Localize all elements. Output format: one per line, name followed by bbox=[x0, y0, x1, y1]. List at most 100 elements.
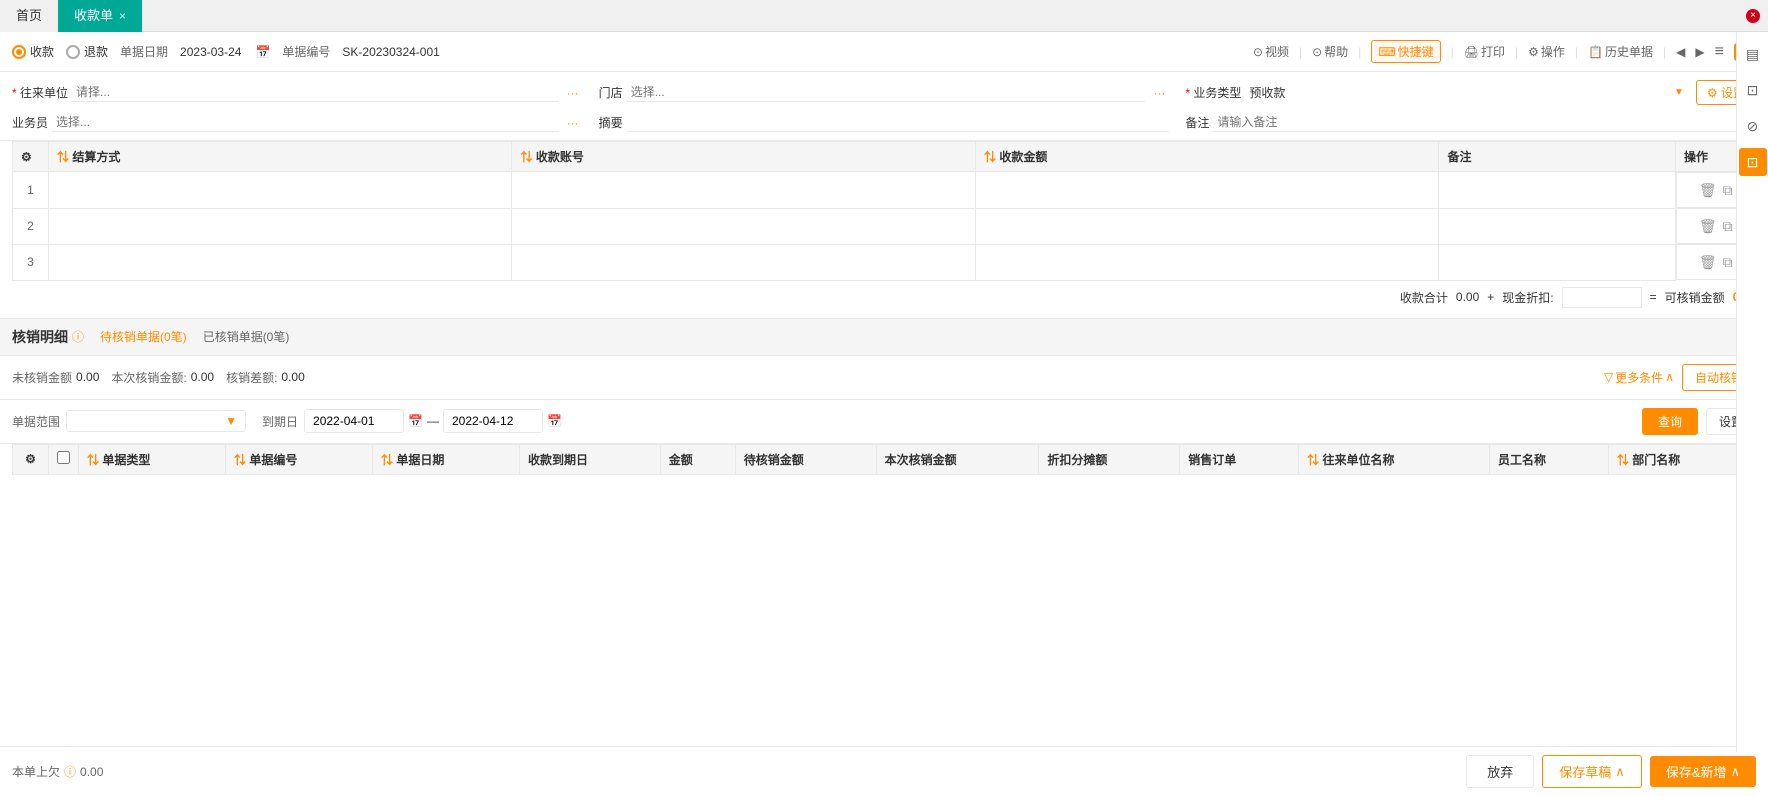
nav-next-btn[interactable]: ▶ bbox=[1695, 45, 1704, 59]
footer-left: 本单上欠 ⓘ 0.00 bbox=[12, 763, 103, 780]
sidebar-attach-icon[interactable]: ⊘ bbox=[1739, 112, 1767, 140]
sidebar-expand-icon[interactable]: ⊡ bbox=[1739, 148, 1767, 176]
btcol-dept-header: ⇅ 部门名称 bbox=[1608, 444, 1755, 474]
tab-receipt[interactable]: 收款单 × bbox=[58, 0, 142, 32]
btcol-counterpart-header: ⇅ 往来单位名称 bbox=[1299, 444, 1490, 474]
more-conditions-btn[interactable]: ▽ 更多条件 ∧ bbox=[1604, 369, 1674, 386]
row-account-2[interactable] bbox=[512, 208, 975, 244]
radio-receipt-dot bbox=[12, 45, 26, 59]
btcol-amount-header: 金额 bbox=[660, 444, 735, 474]
row-settlement-2[interactable] bbox=[49, 208, 512, 244]
btcol-doc-num-header: ⇅ 单据编号 bbox=[225, 444, 372, 474]
help-btn[interactable]: ⊙ 帮助 bbox=[1312, 43, 1348, 60]
row-amount-2[interactable] bbox=[975, 208, 1438, 244]
row-amount-3[interactable] bbox=[975, 244, 1438, 280]
staff-input[interactable] bbox=[52, 113, 559, 132]
save-draft-dropdown-icon[interactable]: ∧ bbox=[1615, 764, 1625, 780]
running-info-icon[interactable]: ⓘ bbox=[64, 763, 76, 780]
delete-row-2-btn[interactable]: 🗑 bbox=[1699, 218, 1717, 235]
tab-done[interactable]: 已核销单据(0笔) bbox=[203, 328, 290, 345]
tab-close-icon[interactable]: × bbox=[119, 0, 126, 32]
row-remark-1[interactable] bbox=[1439, 172, 1676, 209]
cal-from-icon[interactable]: 📅 bbox=[408, 414, 423, 428]
search-row: 单据范围 ▼ 到期日 📅 — 📅 查询 设置 bbox=[0, 400, 1768, 444]
radio-refund[interactable]: 退款 bbox=[66, 43, 108, 60]
unverified-stat: 未核销金额 0.00 bbox=[12, 369, 99, 386]
win-close-btn[interactable]: × bbox=[1746, 9, 1760, 23]
row-remark-3[interactable] bbox=[1439, 244, 1676, 280]
verify-section-header: 核销明细 ⓘ 待核销单据(0笔) 已核销单据(0笔) bbox=[0, 318, 1768, 356]
sidebar-doc-icon[interactable]: ⊡ bbox=[1739, 76, 1767, 104]
summary-input[interactable] bbox=[627, 113, 1170, 132]
receipt-table: ⚙ ⇅ 结算方式 ⇅ 收款账号 ⇅ 收款金额 备注 操作 1 🗑 bbox=[12, 141, 1756, 281]
radio-receipt[interactable]: 收款 bbox=[12, 43, 54, 60]
table-row: 3 🗑 ⧉ bbox=[13, 244, 1756, 280]
biz-type-value: 预收款 bbox=[1245, 82, 1670, 103]
verify-tabs: 待核销单据(0笔) 已核销单据(0笔) bbox=[100, 328, 289, 345]
delete-row-1-btn[interactable]: 🗑 bbox=[1699, 182, 1717, 199]
col-amount-header: ⇅ 收款金额 bbox=[975, 142, 1438, 172]
biz-type-dropdown-icon[interactable]: ▼ bbox=[1674, 87, 1684, 98]
radio-refund-dot bbox=[66, 45, 80, 59]
date-label: 单据日期 bbox=[120, 43, 168, 60]
discount-input[interactable] bbox=[1562, 287, 1642, 308]
row-amount-1[interactable] bbox=[975, 172, 1438, 209]
summary-field: 摘要 bbox=[599, 113, 1170, 132]
list-view-btn[interactable]: ≡ bbox=[1715, 43, 1724, 61]
row-account-3[interactable] bbox=[512, 244, 975, 280]
col-settings-header[interactable]: ⚙ bbox=[13, 142, 49, 172]
verify-info-icon[interactable]: ⓘ bbox=[72, 328, 84, 345]
btcol-settings-header[interactable]: ⚙ bbox=[13, 444, 49, 474]
cal-to-icon[interactable]: 📅 bbox=[547, 414, 562, 428]
counterpart-more-btn[interactable]: ··· bbox=[563, 86, 583, 100]
query-btn[interactable]: 查询 bbox=[1642, 408, 1698, 435]
abandon-btn[interactable]: 放弃 bbox=[1466, 755, 1534, 788]
copy-row-3-btn[interactable]: ⧉ bbox=[1723, 254, 1733, 271]
row-num-1: 1 bbox=[13, 172, 49, 209]
calendar-icon[interactable]: 📅 bbox=[255, 45, 270, 59]
shop-input[interactable] bbox=[627, 83, 1146, 102]
counterpart-input[interactable] bbox=[72, 83, 559, 102]
row-num-3: 3 bbox=[13, 244, 49, 280]
save-new-btn[interactable]: 保存&新增 ∧ bbox=[1650, 756, 1756, 787]
filter-row: 未核销金额 0.00 本次核销金额: 0.00 核销差额: 0.00 ▽ 更多条… bbox=[0, 356, 1768, 400]
operation-btn[interactable]: ⚙ 操作 bbox=[1528, 43, 1565, 60]
col-settlement-header: ⇅ 结算方式 bbox=[49, 142, 512, 172]
staff-more-btn[interactable]: ··· bbox=[563, 116, 583, 130]
total-val: 0.00 bbox=[1456, 290, 1479, 304]
delete-row-3-btn[interactable]: 🗑 bbox=[1699, 254, 1717, 271]
save-draft-btn[interactable]: 保存草稿 ∧ bbox=[1542, 755, 1642, 788]
col-remark-header: 备注 bbox=[1439, 142, 1676, 172]
remark-field: 备注 bbox=[1185, 113, 1756, 132]
save-new-dropdown-icon[interactable]: ∧ bbox=[1730, 764, 1740, 780]
print-btn[interactable]: 🖨 打印 bbox=[1464, 43, 1505, 60]
row-account-1[interactable] bbox=[512, 172, 975, 209]
row-settlement-1[interactable] bbox=[49, 172, 512, 209]
form-area: * 往来单位 ··· 门店 ··· * 业务类型 预收款 ▼ ⚙ 设置 业务员 … bbox=[0, 72, 1768, 141]
biz-type-field: * 业务类型 预收款 ▼ ⚙ 设置 bbox=[1185, 80, 1756, 105]
btcol-discount-header: 折扣分摊额 bbox=[1039, 444, 1180, 474]
tab-pending[interactable]: 待核销单据(0笔) bbox=[100, 328, 187, 345]
nav-prev-btn[interactable]: ◀ bbox=[1676, 45, 1685, 59]
copy-row-2-btn[interactable]: ⧉ bbox=[1723, 218, 1733, 235]
shop-more-btn[interactable]: ··· bbox=[1149, 86, 1169, 100]
tab-home[interactable]: 首页 bbox=[0, 0, 58, 32]
discount-label: 现金折扣: bbox=[1502, 289, 1553, 306]
range-dropdown-icon[interactable]: ▼ bbox=[225, 414, 237, 428]
row-remark-2[interactable] bbox=[1439, 208, 1676, 244]
summary-row: 收款合计 0.00 + 现金折扣: = 可核销金额 0.00 bbox=[0, 281, 1768, 314]
remark-input[interactable] bbox=[1213, 113, 1756, 132]
row-settlement-3[interactable] bbox=[49, 244, 512, 280]
shortcut-btn[interactable]: ⌨ 快捷键 bbox=[1371, 40, 1440, 63]
current-stat: 本次核销金额: 0.00 bbox=[111, 369, 214, 386]
history-btn[interactable]: 📋 历史单据 bbox=[1588, 43, 1653, 60]
select-all-checkbox[interactable] bbox=[57, 451, 70, 464]
sidebar-table-icon[interactable]: ▤ bbox=[1739, 40, 1767, 68]
table-row: 2 🗑 ⧉ bbox=[13, 208, 1756, 244]
date-to-input[interactable] bbox=[443, 409, 543, 433]
video-btn[interactable]: ⊙ 视频 bbox=[1253, 43, 1289, 60]
copy-row-1-btn[interactable]: ⧉ bbox=[1723, 182, 1733, 199]
total-label: 收款合计 bbox=[1400, 289, 1448, 306]
date-from-input[interactable] bbox=[304, 409, 404, 433]
btcol-current-header: 本次核销金额 bbox=[876, 444, 1039, 474]
